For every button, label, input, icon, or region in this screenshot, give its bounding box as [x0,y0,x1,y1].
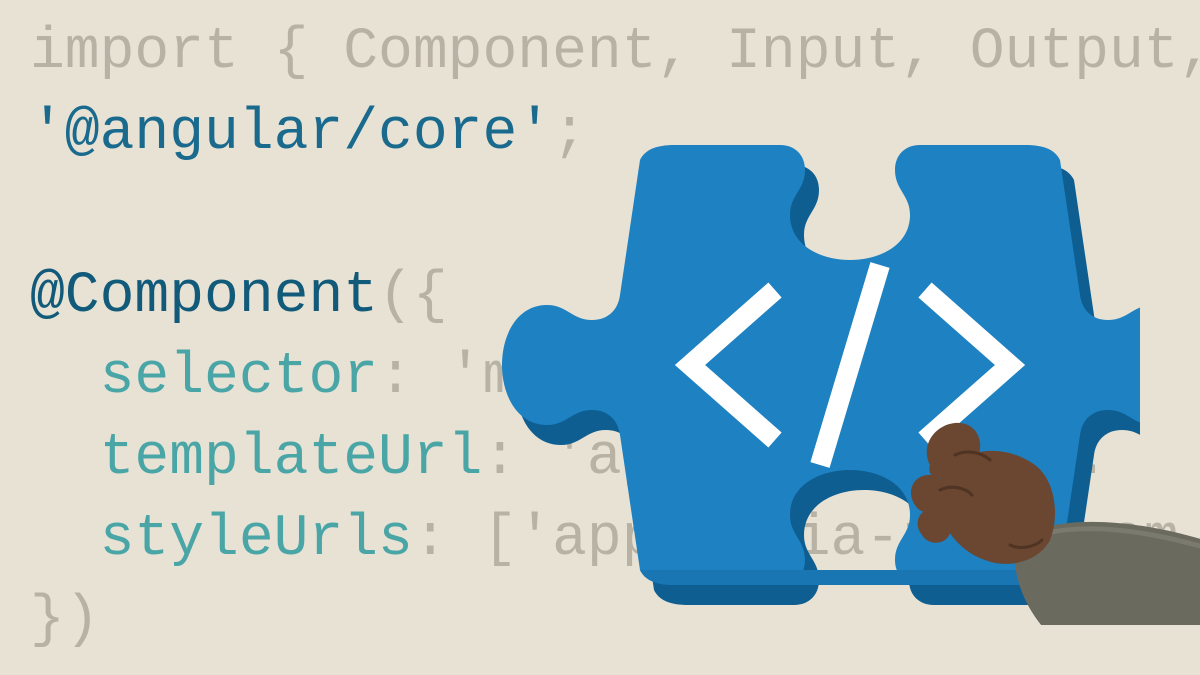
code-line-4-paren: ({ [378,264,448,329]
code-line-6-key: templateUrl [30,426,482,491]
code-line-7-key: styleUrls [30,507,413,572]
code-line-1: import { Component, Input, Output, [30,20,1200,85]
code-line-8-close: }) [30,588,100,653]
code-line-5-colon: : [378,345,448,410]
code-line-2-string: '@angular/core' [30,101,552,166]
code-line-4-decorator: @Component [30,264,378,329]
hand-graphic [900,395,1200,625]
code-line-5-key: selector [30,345,378,410]
hand-svg [900,395,1200,625]
